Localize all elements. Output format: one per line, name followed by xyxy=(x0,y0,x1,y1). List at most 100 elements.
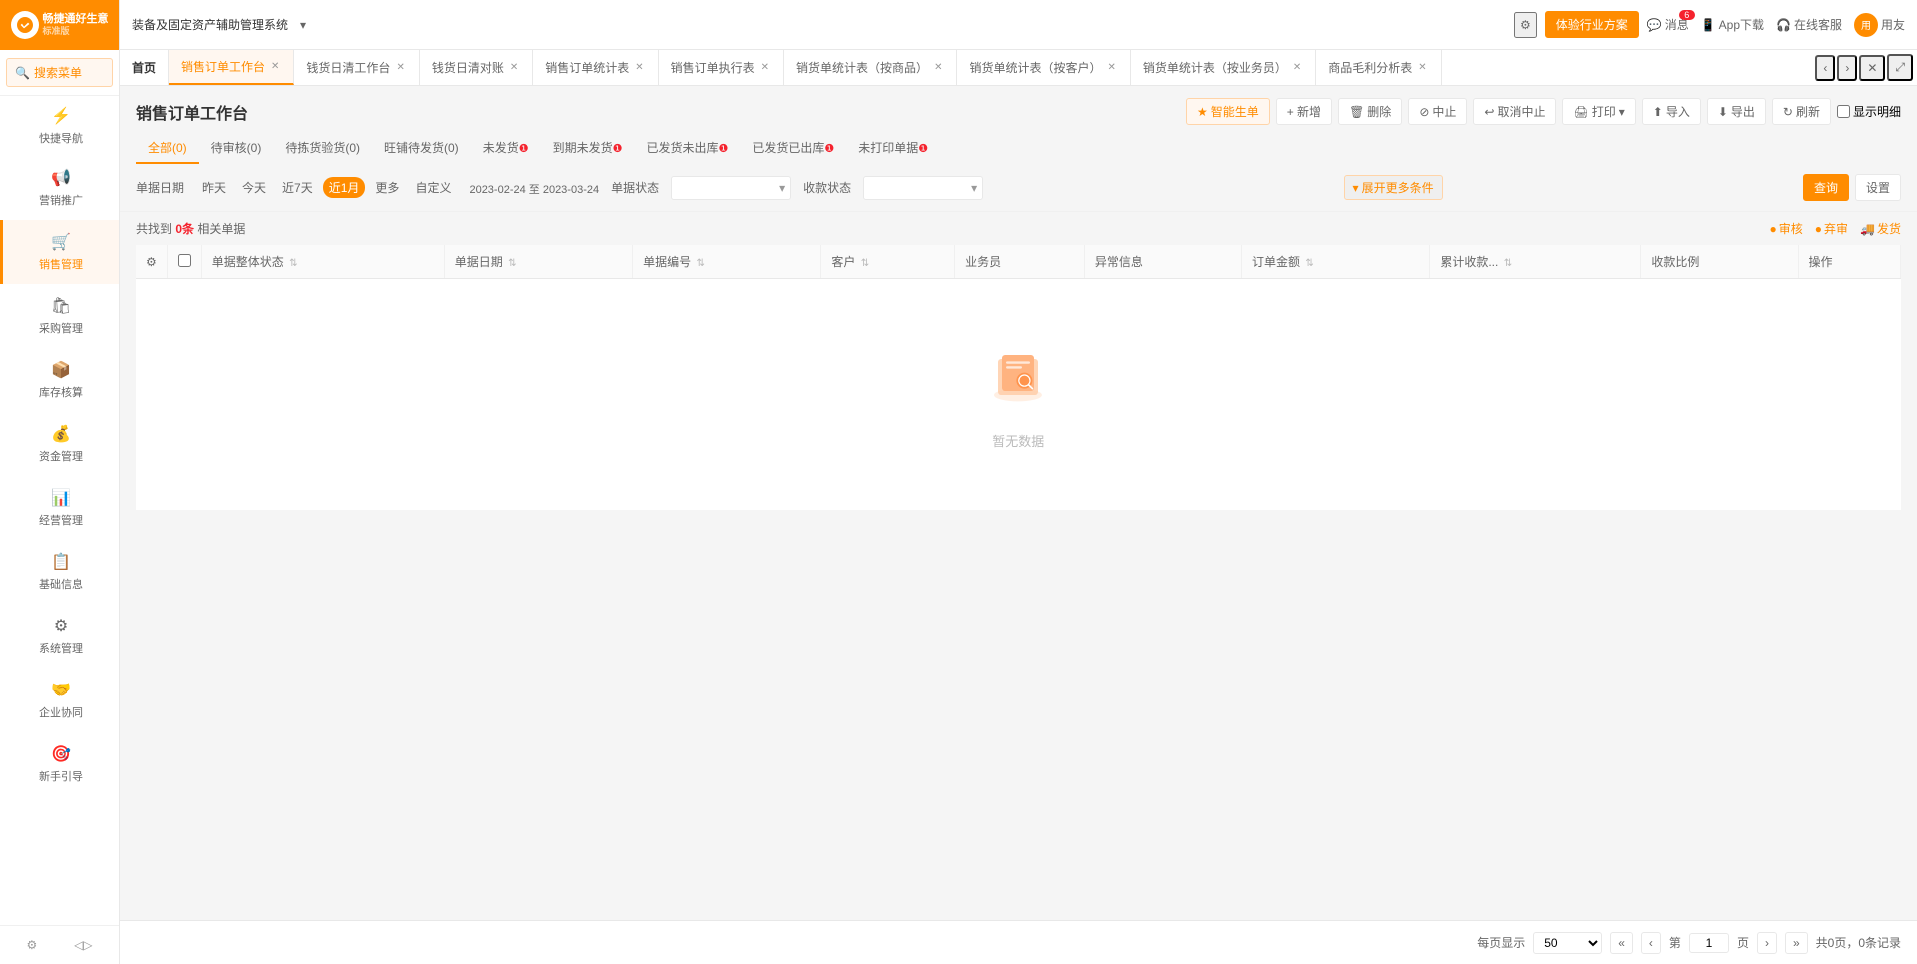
filter-tab-overdue-ship[interactable]: 到期未发货❶ xyxy=(541,133,635,164)
show-detail-checkbox[interactable] xyxy=(1837,105,1850,118)
sidebar-item-quick-nav[interactable]: ⚡ 快捷导航 xyxy=(0,96,119,156)
sidebar-item-inventory[interactable]: 📦 库存核算 xyxy=(0,348,119,412)
tab-daily-cash[interactable]: 钱货日清工作台 ✕ xyxy=(294,50,419,85)
refresh-btn[interactable]: ↻ 刷新 xyxy=(1772,98,1831,125)
page-number-input[interactable] xyxy=(1689,933,1729,953)
tab-cash-reconcile[interactable]: 钱货日清对账 ✕ xyxy=(420,50,533,85)
user-menu-btn[interactable]: 用 用友 xyxy=(1854,13,1905,37)
page-first-btn[interactable]: « xyxy=(1610,932,1633,954)
show-detail-label[interactable]: 显示明细 xyxy=(1837,103,1901,120)
th-number[interactable]: 单据编号 ⇅ xyxy=(633,245,821,279)
filter-tab-not-shipped[interactable]: 未发货❶ xyxy=(471,133,541,164)
sidebar-item-guide[interactable]: 🎯 新手引导 xyxy=(0,732,119,796)
message-btn[interactable]: 💬 消息 6 xyxy=(1647,16,1689,33)
payment-select[interactable] xyxy=(863,176,983,200)
tab-sales-stats-staff-close[interactable]: ✕ xyxy=(1291,60,1303,75)
status-select[interactable] xyxy=(671,176,791,200)
th-collected[interactable]: 累计收款... ⇅ xyxy=(1430,245,1641,279)
th-amount[interactable]: 订单金额 ⇅ xyxy=(1241,245,1429,279)
tab-sales-stats-staff[interactable]: 销货单统计表（按业务员） ✕ xyxy=(1131,50,1316,85)
tab-order-exec[interactable]: 销售订单执行表 ✕ xyxy=(659,50,784,85)
online-service-btn[interactable]: 🎧 在线客服 xyxy=(1776,16,1842,33)
sidebar-item-marketing[interactable]: 📢 营销推广 xyxy=(0,156,119,220)
tab-sales-order[interactable]: 销售订单工作台 ✕ xyxy=(169,50,294,85)
tab-cash-reconcile-close[interactable]: ✕ xyxy=(508,60,520,75)
filter-tab-pending-check[interactable]: 待拣货验货(0) xyxy=(273,133,372,164)
th-date[interactable]: 单据日期 ⇅ xyxy=(444,245,632,279)
cancel-stop-btn[interactable]: ↩ 取消中止 xyxy=(1473,98,1556,125)
sidebar-item-finance[interactable]: 💰 资金管理 xyxy=(0,412,119,476)
th-staff[interactable]: 业务员 xyxy=(955,245,1085,279)
tab-sales-stats-product[interactable]: 销货单统计表（按商品） ✕ xyxy=(784,50,957,85)
date-last1month-btn[interactable]: 近1月 xyxy=(323,177,366,198)
sidebar-item-purchase[interactable]: 🛍 采购管理 xyxy=(0,284,119,348)
tab-expand-btn[interactable]: ⤢ xyxy=(1887,54,1913,81)
tab-sales-stats-product-label: 销货单统计表（按商品） xyxy=(796,59,928,76)
horizontal-scrollbar[interactable] xyxy=(120,908,1917,920)
tab-gross-margin-close[interactable]: ✕ xyxy=(1416,60,1428,75)
review-action-link[interactable]: ● 审核 xyxy=(1770,220,1803,237)
tab-sales-stats-product-close[interactable]: ✕ xyxy=(932,60,944,75)
sidebar-item-basic[interactable]: 📋 基础信息 xyxy=(0,540,119,604)
th-status[interactable]: 单据整体状态 ⇅ xyxy=(201,245,444,279)
tabbar-end: ‹ › ✕ ⤢ xyxy=(1811,50,1917,85)
tab-scroll-right-btn[interactable]: › xyxy=(1837,55,1857,81)
page-size-select[interactable]: 50 10 20 100 xyxy=(1533,932,1602,954)
export-btn[interactable]: ⬇ 导出 xyxy=(1707,98,1766,125)
sidebar-item-system[interactable]: ⚙ 系统管理 xyxy=(0,604,119,668)
select-all-checkbox[interactable] xyxy=(178,254,191,267)
system-dropdown-btn[interactable]: ▾ xyxy=(294,16,312,34)
query-btn[interactable]: 查询 xyxy=(1803,174,1849,201)
filter-tab-shipped-not-out[interactable]: 已发货未出库❶ xyxy=(634,133,740,164)
page-last-btn[interactable]: » xyxy=(1785,932,1808,954)
tab-gross-margin[interactable]: 商品毛利分析表 ✕ xyxy=(1316,50,1441,85)
th-ratio[interactable]: 收款比例 xyxy=(1641,245,1798,279)
expand-filter-btn[interactable]: ▾ 展开更多条件 xyxy=(1344,175,1443,200)
print-btn[interactable]: 🖨 打印 ▾ xyxy=(1562,98,1635,125)
app-download-btn[interactable]: 📱 App下载 xyxy=(1701,16,1764,33)
smart-create-btn[interactable]: ★ 智能生单 xyxy=(1186,98,1270,125)
solution-btn[interactable]: 体验行业方案 xyxy=(1545,11,1639,38)
sidebar-item-operations[interactable]: 📊 经营管理 xyxy=(0,476,119,540)
tab-daily-cash-close[interactable]: ✕ xyxy=(394,60,406,75)
th-checkbox[interactable] xyxy=(167,245,201,279)
filter-settings-btn[interactable]: 设置 xyxy=(1855,174,1901,201)
tab-order-stats[interactable]: 销售订单统计表 ✕ xyxy=(533,50,658,85)
tab-sales-stats-customer-close[interactable]: ✕ xyxy=(1105,60,1117,75)
date-yesterday-btn[interactable]: 昨天 xyxy=(196,177,232,198)
sort-amount-icon: ⇅ xyxy=(1305,258,1313,269)
th-exception[interactable]: 异常信息 xyxy=(1084,245,1241,279)
tab-close-all-btn[interactable]: ✕ xyxy=(1859,55,1885,81)
filter-tab-all[interactable]: 全部(0) xyxy=(136,133,199,164)
delete-btn[interactable]: 🗑 删除 xyxy=(1338,98,1402,125)
th-customer[interactable]: 客户 ⇅ xyxy=(821,245,955,279)
sidebar-settings-btn[interactable]: ⚙ xyxy=(20,934,43,956)
filter-tab-pending-review[interactable]: 待审核(0) xyxy=(199,133,274,164)
filter-tab-wangpu-ship[interactable]: 旺铺待发货(0) xyxy=(372,133,471,164)
tab-scroll-left-btn[interactable]: ‹ xyxy=(1815,55,1835,81)
sidebar-collapse-btn[interactable]: ◁▷ xyxy=(68,934,98,956)
tab-order-stats-close[interactable]: ✕ xyxy=(633,60,645,75)
page-prev-btn[interactable]: ‹ xyxy=(1641,932,1661,954)
import-btn[interactable]: ⬆ 导入 xyxy=(1642,98,1701,125)
date-last7-btn[interactable]: 近7天 xyxy=(276,177,319,198)
tab-sales-stats-customer[interactable]: 销货单统计表（按客户） ✕ xyxy=(957,50,1130,85)
cancel-review-action-link[interactable]: ● 弃审 xyxy=(1815,220,1848,237)
date-today-btn[interactable]: 今天 xyxy=(236,177,272,198)
filter-tab-not-printed[interactable]: 未打印单据❶ xyxy=(846,133,940,164)
page-next-btn[interactable]: › xyxy=(1757,932,1777,954)
tab-order-exec-close[interactable]: ✕ xyxy=(759,60,771,75)
tab-sales-order-close[interactable]: ✕ xyxy=(269,59,281,74)
tab-home[interactable]: 首页 xyxy=(120,50,169,85)
sidebar-item-sales[interactable]: 🛒 销售管理 xyxy=(0,220,119,284)
th-settings[interactable]: ⚙ xyxy=(136,245,167,279)
stop-btn[interactable]: ⊘ 中止 xyxy=(1408,98,1467,125)
search-menu-button[interactable]: 🔍 搜索菜单 xyxy=(6,58,113,87)
topbar-settings-btn[interactable]: ⚙ xyxy=(1514,12,1537,38)
date-custom-btn[interactable]: 自定义 xyxy=(409,177,457,198)
sidebar-item-enterprise[interactable]: 🤝 企业协同 xyxy=(0,668,119,732)
add-btn[interactable]: + 新增 xyxy=(1276,98,1332,125)
date-more-btn[interactable]: 更多 xyxy=(369,177,405,198)
ship-action-link[interactable]: 🚚 发货 xyxy=(1860,220,1901,237)
filter-tab-shipped-out[interactable]: 已发货已出库❶ xyxy=(740,133,846,164)
